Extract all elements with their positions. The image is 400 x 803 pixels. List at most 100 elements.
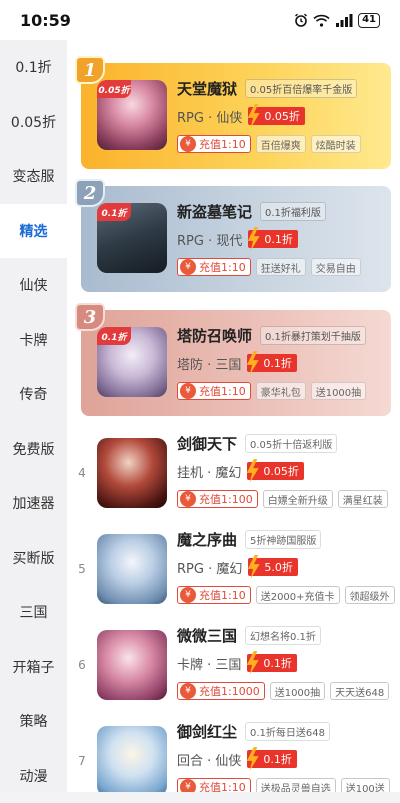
- game-cover: 0.1折: [97, 327, 167, 397]
- ranked-game-card[interactable]: 2 0.1折 新盗墓笔记 0.1折福利版 RPG · 现代 0.1折 ¥充值1:…: [81, 186, 391, 292]
- game-genre: 回合 · 仙侠: [177, 750, 241, 769]
- bolt-icon: [245, 351, 259, 375]
- sidebar-item-strategy[interactable]: 策略: [0, 694, 67, 749]
- feature-tag: 白嫖全新升级: [263, 490, 333, 508]
- sidebar-item-featured[interactable]: 精选: [0, 204, 67, 259]
- yen-icon: ¥: [180, 683, 196, 699]
- game-cover: 0.05折: [97, 80, 167, 150]
- game-name: 新盗墓笔记: [177, 201, 252, 222]
- game-genre: 卡牌 · 三国: [177, 654, 241, 673]
- game-name: 御剑红尘: [177, 721, 237, 742]
- game-genre: RPG · 现代: [177, 230, 242, 249]
- game-cover: 0.1折: [97, 203, 167, 273]
- discount-tag: 0.05折: [247, 462, 304, 480]
- discount-tag: 0.1折: [247, 654, 297, 672]
- sidebar-item-xianxia[interactable]: 仙侠: [0, 258, 67, 313]
- yen-icon: ¥: [180, 779, 196, 792]
- feature-tag: 送100送: [341, 778, 390, 792]
- yen-icon: ¥: [180, 259, 196, 275]
- game-tagline: 0.1折每日送648: [245, 722, 330, 741]
- discount-badge: 0.1折: [97, 203, 131, 221]
- sidebar-item-0.05-discount[interactable]: 0.05折: [0, 95, 67, 150]
- game-tagline: 0.05折十倍返利版: [245, 434, 337, 453]
- sidebar-item-anime[interactable]: 动漫: [0, 749, 67, 803]
- alarm-icon: [294, 13, 308, 27]
- status-bar: 10:59 41: [0, 0, 400, 40]
- sidebar-item-0.1-discount[interactable]: 0.1折: [0, 40, 67, 95]
- discount-tag: 0.1折: [247, 354, 297, 372]
- sidebar-item-card[interactable]: 卡牌: [0, 313, 67, 368]
- category-sidebar: 0.1折 0.05折 变态服 精选 仙侠 卡牌 传奇 免费版 加速器 买断版 三…: [0, 40, 67, 792]
- sidebar-item-modded-server[interactable]: 变态服: [0, 149, 67, 204]
- feature-tag: 送1000抽: [311, 382, 366, 400]
- discount-tag: 5.0折: [248, 558, 298, 576]
- feature-tag: 百倍爆爽: [256, 135, 306, 153]
- sidebar-item-legend[interactable]: 传奇: [0, 367, 67, 422]
- game-tagline: 0.1折福利版: [260, 202, 326, 221]
- game-tagline: 5折神跡国服版: [245, 530, 321, 549]
- bolt-icon: [245, 747, 259, 771]
- sidebar-item-lootbox[interactable]: 开箱子: [0, 640, 67, 695]
- feature-tag: 送1000抽: [270, 682, 325, 700]
- game-name: 剑御天下: [177, 433, 237, 454]
- discount-badge: 0.1折: [97, 327, 131, 345]
- game-list-item[interactable]: 5 魔之序曲 5折神跡国服版 RPG · 魔幻 5.0折 ¥充值1:10 送20…: [67, 524, 400, 620]
- recharge-ratio: ¥充值1:1000: [177, 682, 265, 700]
- game-ranking-list: 1 0.05折 天堂魔狱 0.05折百倍爆率千金版 RPG · 仙侠 0.05折…: [67, 40, 400, 792]
- discount-tag: 0.05折: [248, 107, 305, 125]
- clock: 10:59: [20, 11, 71, 30]
- game-name: 天堂魔狱: [177, 78, 237, 99]
- bolt-icon: [246, 555, 260, 579]
- rank-number: 5: [75, 562, 89, 576]
- ranked-game-card[interactable]: 1 0.05折 天堂魔狱 0.05折百倍爆率千金版 RPG · 仙侠 0.05折…: [81, 63, 391, 169]
- sidebar-item-free[interactable]: 免费版: [0, 422, 67, 477]
- yen-icon: ¥: [180, 587, 196, 603]
- discount-tag: 0.1折: [248, 230, 298, 248]
- feature-tag: 领超级外: [345, 586, 395, 604]
- game-name: 魔之序曲: [177, 529, 237, 550]
- recharge-ratio: ¥充值1:10: [177, 586, 251, 604]
- game-tagline: 0.1折暴打策划千抽版: [260, 326, 366, 345]
- recharge-ratio: ¥充值1:100: [177, 490, 258, 508]
- game-cover: [97, 438, 167, 508]
- game-genre: 塔防 · 三国: [177, 354, 241, 373]
- game-genre: RPG · 仙侠: [177, 107, 242, 126]
- game-genre: RPG · 魔幻: [177, 558, 242, 577]
- bolt-icon: [246, 227, 260, 251]
- signal-icon: [335, 14, 353, 27]
- battery-icon: 41: [358, 13, 380, 28]
- wifi-icon: [313, 14, 330, 27]
- feature-tag: 满星红装: [338, 490, 388, 508]
- bolt-icon: [246, 104, 260, 128]
- ranked-game-card[interactable]: 3 0.1折 塔防召唤师 0.1折暴打策划千抽版 塔防 · 三国 0.1折 ¥充…: [81, 310, 391, 416]
- sidebar-item-accelerator[interactable]: 加速器: [0, 476, 67, 531]
- game-tagline: 0.05折百倍爆率千金版: [245, 79, 357, 98]
- game-list-item[interactable]: 7 御剑红尘 0.1折每日送648 回合 · 仙侠 0.1折 ¥充值1:10 送…: [67, 716, 400, 792]
- rank-number: 4: [75, 466, 89, 480]
- feature-tag: 炫酷时装: [311, 135, 361, 153]
- recharge-ratio: ¥充值1:10: [177, 258, 251, 276]
- feature-tag: 豪华礼包: [256, 382, 306, 400]
- recharge-ratio: ¥充值1:10: [177, 382, 251, 400]
- game-name: 塔防召唤师: [177, 325, 252, 346]
- game-list-item[interactable]: 4 剑御天下 0.05折十倍返利版 挂机 · 魔幻 0.05折 ¥充值1:100…: [67, 428, 400, 524]
- feature-tag: 狂送好礼: [256, 258, 306, 276]
- game-cover: [97, 726, 167, 792]
- bolt-icon: [245, 651, 259, 675]
- sidebar-item-buyout[interactable]: 买断版: [0, 531, 67, 586]
- game-list-item[interactable]: 6 微微三国 幻想名将0.1折 卡牌 · 三国 0.1折 ¥充值1:1000 送…: [67, 620, 400, 716]
- game-genre: 挂机 · 魔幻: [177, 462, 241, 481]
- feature-tag: 交易自由: [311, 258, 361, 276]
- feature-tag: 天天送648: [330, 682, 389, 700]
- yen-icon: ¥: [180, 491, 196, 507]
- game-name: 微微三国: [177, 625, 237, 646]
- feature-tag: 送极品灵兽自选: [256, 778, 336, 792]
- game-cover: [97, 534, 167, 604]
- discount-tag: 0.1折: [247, 750, 297, 768]
- feature-tag: 送2000+充值卡: [256, 586, 340, 604]
- yen-icon: ¥: [180, 383, 196, 399]
- status-icons: 41: [294, 13, 380, 28]
- sidebar-item-three-kingdoms[interactable]: 三国: [0, 585, 67, 640]
- rank-number: 6: [75, 658, 89, 672]
- discount-badge: 0.05折: [97, 80, 131, 98]
